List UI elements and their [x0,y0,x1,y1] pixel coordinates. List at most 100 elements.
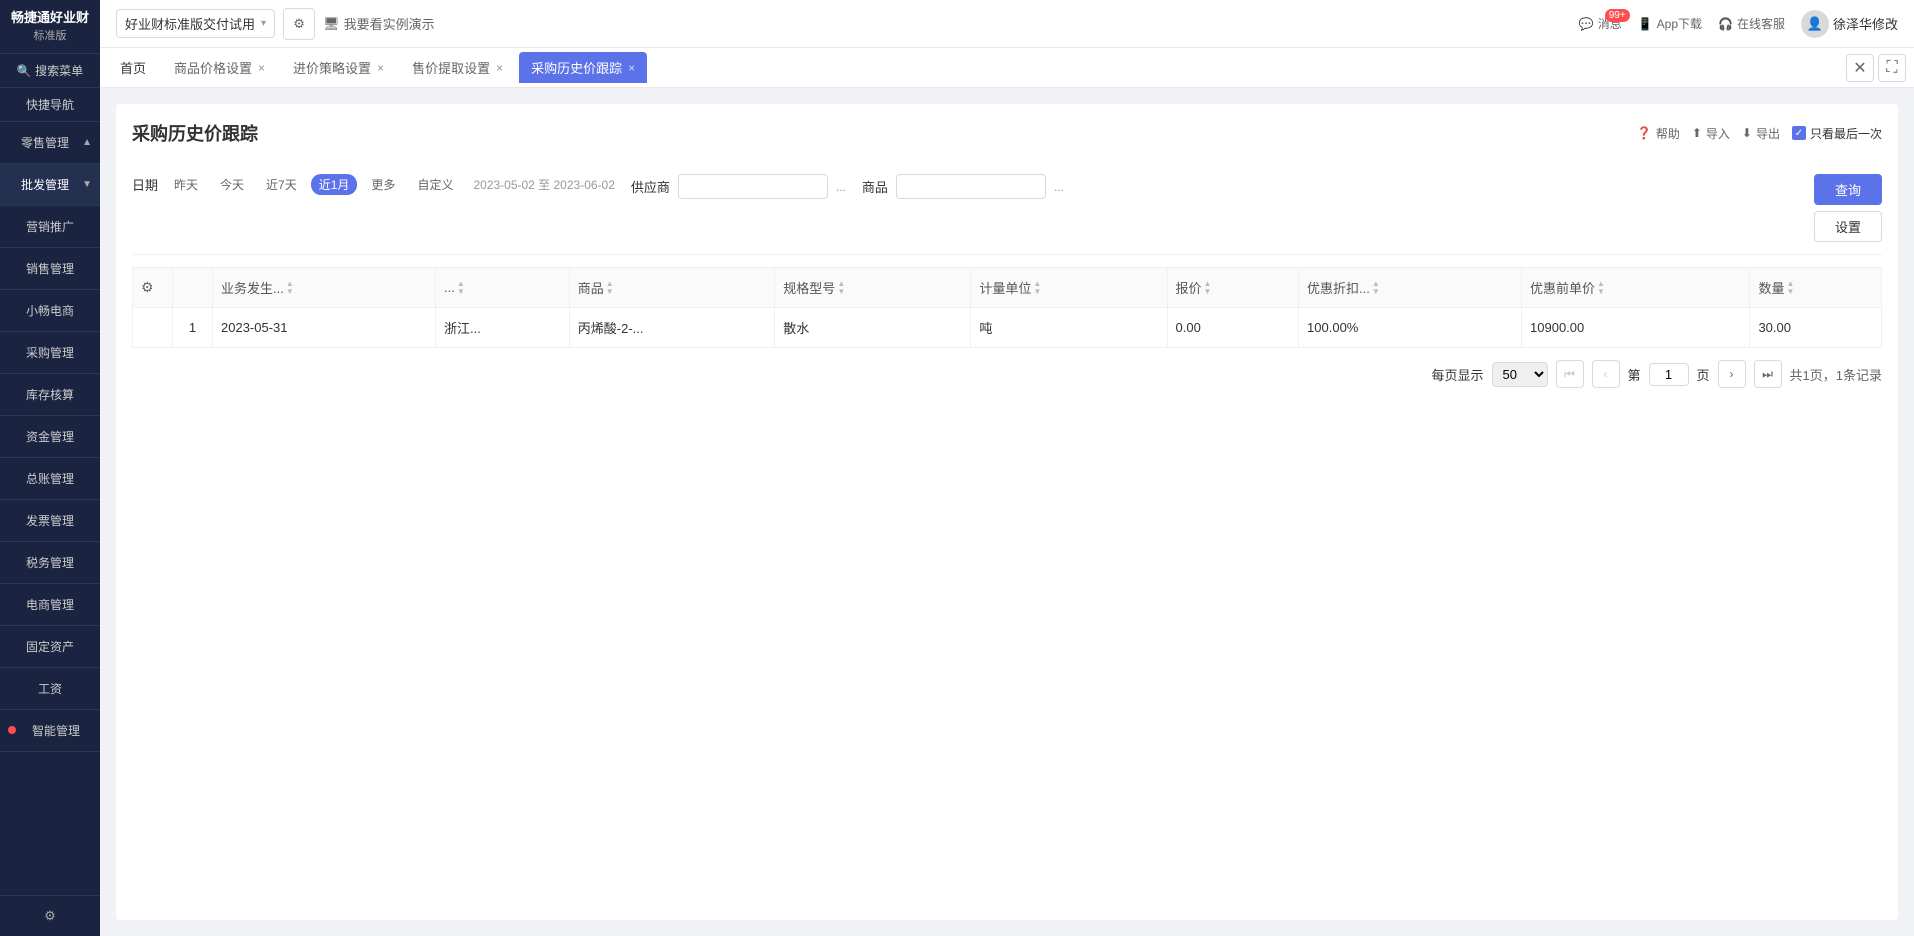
tab-close-icon[interactable]: × [496,61,503,75]
sidebar-item-fixed_assets[interactable]: 固定资产 [0,626,100,668]
date-option-yesterday[interactable]: 昨天 [166,174,206,195]
col-sort-date[interactable]: 业务发生... ▲▼ [221,278,294,297]
product-label: 商品 [862,177,888,196]
sidebar-item-marketing[interactable]: 营销推广 [0,206,100,248]
col-header-index [173,268,213,308]
cell-product: 丙烯酸-2-... [569,308,775,348]
col-header-settings: ⚙ [133,268,173,308]
col-header-extra[interactable]: ... ▲▼ [436,268,570,308]
col-header-date[interactable]: 业务发生... ▲▼ [213,268,436,308]
help-label: 帮助 [1656,125,1680,142]
first-page-button[interactable]: ⏮ [1556,360,1584,388]
user-info[interactable]: 👤 徐泽华修改 [1801,10,1898,38]
app-download-button[interactable]: 📱 App下载 [1638,15,1702,32]
help-button[interactable]: ❓ 帮助 [1637,125,1680,142]
cell-unit: 吨 [971,308,1167,348]
sidebar: 畅捷通好业财 标准版 🔍 搜索菜单 快捷导航 零售管理▲批发管理▼营销推广销售管… [0,0,100,936]
date-option-last7[interactable]: 近7天 [258,174,305,195]
filter-settings-button[interactable]: 设置 [1814,211,1882,242]
column-settings-icon[interactable]: ⚙ [141,279,154,295]
phone-icon: 📱 [1638,17,1653,31]
export-button[interactable]: ⬇ 导出 [1742,125,1780,142]
tab-close-icon[interactable]: × [258,61,265,75]
sidebar-item-inventory[interactable]: 库存核算 [0,374,100,416]
sidebar-item-invoice[interactable]: 发票管理 [0,500,100,542]
demo-link[interactable]: 🖥 我要看实例演示 [323,14,435,33]
quicknav-label: 快捷导航 [26,98,74,112]
tab-home[interactable]: 首页 [108,52,158,83]
online-service-label: 在线客服 [1737,15,1785,32]
cell-index: 1 [173,308,213,348]
sidebar-item-ecommerce[interactable]: 电商管理 [0,584,100,626]
date-option-today[interactable]: 今天 [212,174,252,195]
col-sort-pre_discount_price[interactable]: 优惠前单价 ▲▼ [1530,278,1605,297]
only-last-checkbox[interactable]: ✓ 只看最后一次 [1792,125,1882,142]
sidebar-item-ledger[interactable]: 总账管理 [0,458,100,500]
col-header-quantity[interactable]: 数量 ▲▼ [1750,268,1882,308]
sidebar-item-xc_ecommerce[interactable]: 小畅电商 [0,290,100,332]
col-sort-quantity[interactable]: 数量 ▲▼ [1758,278,1794,297]
tab-sale_price[interactable]: 售价提取设置× [400,52,515,83]
col-header-pre_discount_price[interactable]: 优惠前单价 ▲▼ [1522,268,1750,308]
sidebar-item-sales[interactable]: 销售管理 [0,248,100,290]
sidebar-item-tax[interactable]: 税务管理 [0,542,100,584]
sidebar-item-wholesale[interactable]: 批发管理▼ [0,164,100,206]
date-option-last1m[interactable]: 近1月 [311,174,358,195]
col-sort-quote[interactable]: 报价 ▲▼ [1176,278,1212,297]
col-sort-product[interactable]: 商品 ▲▼ [578,278,614,297]
prev-page-button[interactable]: ‹ [1592,360,1620,388]
tab-history_price[interactable]: 采购历史价跟踪× [519,52,647,83]
next-page-button[interactable]: › [1718,360,1746,388]
date-options: 昨天今天近7天近1月更多自定义 [166,174,461,195]
version-select[interactable]: 好业财标准版交付试用 ▾ [116,9,275,38]
data-table: ⚙ 业务发生... ▲▼ ... ▲▼ 商品 ▲▼ 规格型号 ▲▼ 计量单位 ▲… [132,267,1882,348]
col-sort-spec[interactable]: 规格型号 ▲▼ [783,278,845,297]
avatar: 👤 [1801,10,1829,38]
col-sort-discount[interactable]: 优惠折扣... ▲▼ [1307,278,1380,297]
date-option-custom[interactable]: 自定义 [409,174,461,195]
product-input[interactable] [896,174,1046,199]
user-name: 徐泽华修改 [1833,14,1898,33]
sidebar-gear-button[interactable]: ⚙ [0,895,100,936]
maximize-tab-button[interactable]: ⛶ [1878,54,1906,82]
product-more-button[interactable]: ... [1054,180,1064,194]
col-sort-extra[interactable]: ... ▲▼ [444,280,465,296]
col-sort-unit[interactable]: 计量单位 ▲▼ [979,278,1041,297]
message-icon: 💬 [1579,17,1594,31]
date-option-more[interactable]: 更多 [363,174,403,195]
page-number-input[interactable] [1649,363,1689,386]
col-header-spec[interactable]: 规格型号 ▲▼ [775,268,971,308]
sidebar-item-payroll[interactable]: 工资 [0,668,100,710]
tab-close-icon[interactable]: × [377,61,384,75]
per-page-select[interactable]: 50 100 200 [1492,362,1548,387]
col-header-discount[interactable]: 优惠折扣... ▲▼ [1299,268,1522,308]
messages-button[interactable]: 💬 消息 99+ [1579,15,1622,32]
sidebar-item-purchase[interactable]: 采购管理 [0,332,100,374]
sidebar-item-retail[interactable]: 零售管理▲ [0,122,100,164]
col-header-unit[interactable]: 计量单位 ▲▼ [971,268,1167,308]
sidebar-search[interactable]: 🔍 搜索菜单 [0,54,100,88]
sidebar-item-intelligent[interactable]: 智能管理 [0,710,100,752]
cell-settings [133,308,173,348]
sidebar-quicknav[interactable]: 快捷导航 [0,88,100,122]
close-tab-button[interactable]: ✕ [1846,54,1874,82]
supplier-more-button[interactable]: ... [836,180,846,194]
last-page-button[interactable]: ⏭ [1754,360,1782,388]
sidebar-item-capital[interactable]: 资金管理 [0,416,100,458]
supplier-input[interactable] [678,174,828,199]
col-label: 优惠折扣... [1307,278,1370,297]
page-header: 采购历史价跟踪 ❓ 帮助 ⬆ 导入 ⬇ 导出 ✓ [132,120,1882,146]
tab-purchase_strategy[interactable]: 进价策略设置× [281,52,396,83]
import-button[interactable]: ⬆ 导入 [1692,125,1730,142]
date-filter-label: 日期 [132,175,158,194]
tab-price[interactable]: 商品价格设置× [162,52,277,83]
sidebar-item-label: 总账管理 [8,470,92,487]
topbar-settings-button[interactable]: ⚙ [283,8,315,40]
query-button[interactable]: 查询 [1814,174,1882,205]
col-header-product[interactable]: 商品 ▲▼ [569,268,775,308]
tab-close-icon[interactable]: × [628,61,635,75]
col-header-quote[interactable]: 报价 ▲▼ [1167,268,1299,308]
user-icon: 👤 [1807,16,1823,32]
product-filter-group: 商品 ... [862,174,1064,199]
online-service-button[interactable]: 🎧 在线客服 [1718,15,1785,32]
